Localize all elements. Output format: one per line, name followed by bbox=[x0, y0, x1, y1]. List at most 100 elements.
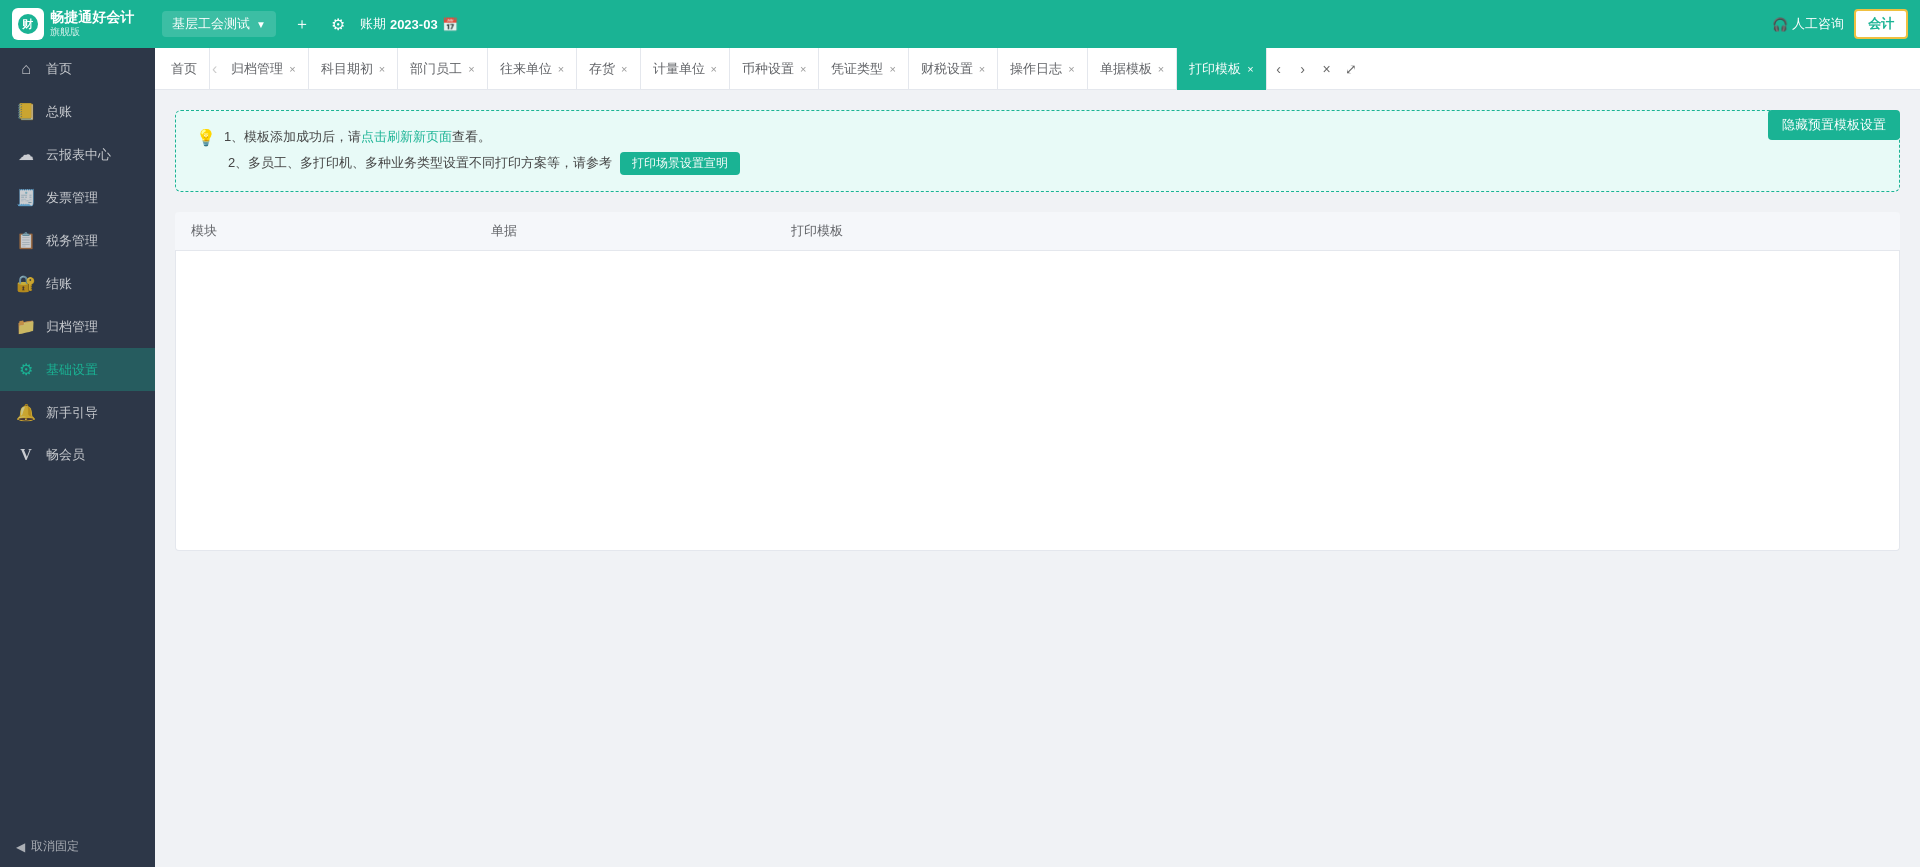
kuaiji-button[interactable]: 会计 bbox=[1854, 9, 1908, 39]
tab-label-vendor: 往来单位 bbox=[500, 60, 552, 78]
tab-archive[interactable]: 归档管理 × bbox=[219, 48, 308, 90]
tab-vendor[interactable]: 往来单位 × bbox=[488, 48, 577, 90]
tab-label-print-template: 打印模板 bbox=[1189, 60, 1241, 78]
tab-oplog[interactable]: 操作日志 × bbox=[998, 48, 1087, 90]
sidebar-label-home: 首页 bbox=[46, 60, 72, 78]
sidebar-label-member: 畅会员 bbox=[46, 446, 85, 464]
company-name: 基层工会测试 bbox=[172, 15, 250, 33]
tab-close-dept[interactable]: × bbox=[468, 63, 474, 75]
notice-box: 💡 1、模板添加成功后，请点击刷新新页面查看。 2、多员工、多打印机、多种业务类… bbox=[175, 110, 1900, 192]
tab-close-all-button[interactable]: × bbox=[1315, 48, 1339, 90]
tab-close-currency[interactable]: × bbox=[800, 63, 806, 75]
sidebar-label-guide: 新手引导 bbox=[46, 404, 98, 422]
archive-icon: 📁 bbox=[16, 317, 36, 336]
table-header: 模块 单据 打印模板 bbox=[175, 212, 1900, 251]
print-scene-button[interactable]: 打印场景设置宣明 bbox=[620, 152, 740, 175]
sidebar-item-archive[interactable]: 📁 归档管理 bbox=[0, 305, 155, 348]
tab-label-currency: 币种设置 bbox=[742, 60, 794, 78]
sidebar-label-archive: 归档管理 bbox=[46, 318, 98, 336]
tab-subject[interactable]: 科目期初 × bbox=[309, 48, 398, 90]
ai-consult-button[interactable]: 🎧 人工咨询 bbox=[1772, 15, 1844, 33]
tab-label-receipt-template: 单据模板 bbox=[1100, 60, 1152, 78]
tab-close-inventory[interactable]: × bbox=[621, 63, 627, 75]
table-col-single: 单据 bbox=[491, 222, 791, 240]
tab-close-subject[interactable]: × bbox=[379, 63, 385, 75]
invoice-icon: 🧾 bbox=[16, 188, 36, 207]
sidebar-item-member[interactable]: V 畅会员 bbox=[0, 434, 155, 476]
tab-expand-button[interactable]: ⤢ bbox=[1339, 48, 1363, 90]
sidebar-label-tax: 税务管理 bbox=[46, 232, 98, 250]
tab-inventory[interactable]: 存货 × bbox=[577, 48, 640, 90]
company-dropdown-icon: ▼ bbox=[256, 19, 266, 30]
top-bar: 财 畅捷通好会计 旗舰版 基层工会测试 ▼ ＋ ⚙ 账期 2023-03 📅 🎧… bbox=[0, 0, 1920, 48]
table-col-module: 模块 bbox=[191, 222, 491, 240]
sidebar-item-basic[interactable]: ⚙ 基础设置 bbox=[0, 348, 155, 391]
tab-currency[interactable]: 币种设置 × bbox=[730, 48, 819, 90]
tab-close-print-template[interactable]: × bbox=[1247, 63, 1253, 75]
tab-unit[interactable]: 计量单位 × bbox=[641, 48, 730, 90]
notice-line1-before: 1、模板添加成功后，请 bbox=[224, 129, 361, 144]
top-bar-actions: ＋ ⚙ bbox=[288, 10, 352, 38]
tab-label-tax-settings: 财税设置 bbox=[921, 60, 973, 78]
unpin-button[interactable]: ◀ 取消固定 bbox=[0, 826, 155, 867]
tab-dept[interactable]: 部门员工 × bbox=[398, 48, 487, 90]
sidebar-label-basic: 基础设置 bbox=[46, 361, 98, 379]
tab-voucher-type[interactable]: 凭证类型 × bbox=[819, 48, 908, 90]
table-body bbox=[175, 251, 1900, 551]
sidebar-item-report[interactable]: ☁ 云报表中心 bbox=[0, 133, 155, 176]
tab-label-archive: 归档管理 bbox=[231, 60, 283, 78]
tab-home[interactable]: 首页 bbox=[159, 48, 210, 90]
lightbulb-icon: 💡 bbox=[196, 128, 216, 147]
main-content: 首页 ‹ 归档管理 × 科目期初 × 部门员工 × 往来单位 × bbox=[155, 48, 1920, 867]
tab-close-unit[interactable]: × bbox=[711, 63, 717, 75]
calendar-icon[interactable]: 📅 bbox=[442, 17, 458, 32]
tab-label-oplog: 操作日志 bbox=[1010, 60, 1062, 78]
guide-icon: 🔔 bbox=[16, 403, 36, 422]
period-value: 2023-03 bbox=[390, 17, 438, 32]
ai-consult-label: 人工咨询 bbox=[1792, 15, 1844, 33]
sidebar-item-guide[interactable]: 🔔 新手引导 bbox=[0, 391, 155, 434]
sidebar-label-closing: 结账 bbox=[46, 275, 72, 293]
tab-close-tax-settings[interactable]: × bbox=[979, 63, 985, 75]
notice-line2-before: 2、多员工、多打印机、多种业务类型设置不同打印方案等，请参考 bbox=[228, 155, 612, 170]
hide-preview-settings-button[interactable]: 隐藏预置模板设置 bbox=[1768, 110, 1900, 140]
basic-icon: ⚙ bbox=[16, 360, 36, 379]
company-selector[interactable]: 基层工会测试 ▼ bbox=[162, 11, 276, 37]
sidebar-item-tax[interactable]: 📋 税务管理 bbox=[0, 219, 155, 262]
logo-area: 财 畅捷通好会计 旗舰版 bbox=[12, 8, 152, 40]
sidebar-item-invoice[interactable]: 🧾 发票管理 bbox=[0, 176, 155, 219]
sidebar-label-ledger: 总账 bbox=[46, 103, 72, 121]
settings-icon[interactable]: ⚙ bbox=[324, 10, 352, 38]
notice-text-2: 2、多员工、多打印机、多种业务类型设置不同打印方案等，请参考 打印场景设置宣明 bbox=[228, 152, 740, 175]
tab-next-button[interactable]: › bbox=[1291, 48, 1315, 90]
sidebar-item-home[interactable]: ⌂ 首页 bbox=[0, 48, 155, 90]
closing-icon: 🔐 bbox=[16, 274, 36, 293]
content-area: ⌂ 首页 📒 总账 ☁ 云报表中心 🧾 发票管理 📋 税务管理 🔐 结账 bbox=[0, 48, 1920, 867]
top-bar-right: 🎧 人工咨询 会计 bbox=[1772, 9, 1908, 39]
period-label: 账期 bbox=[360, 15, 386, 33]
tab-close-receipt-template[interactable]: × bbox=[1158, 63, 1164, 75]
add-tab-button[interactable]: ＋ bbox=[288, 10, 316, 38]
tab-tax-settings[interactable]: 财税设置 × bbox=[909, 48, 998, 90]
notice-line1-after: 查看。 bbox=[452, 129, 491, 144]
ledger-icon: 📒 bbox=[16, 102, 36, 121]
tab-close-archive[interactable]: × bbox=[289, 63, 295, 75]
tab-print-template[interactable]: 打印模板 × bbox=[1177, 48, 1266, 90]
report-icon: ☁ bbox=[16, 145, 36, 164]
sidebar-item-ledger[interactable]: 📒 总账 bbox=[0, 90, 155, 133]
sidebar-item-closing[interactable]: 🔐 结账 bbox=[0, 262, 155, 305]
tab-close-voucher-type[interactable]: × bbox=[889, 63, 895, 75]
member-icon: V bbox=[16, 446, 36, 464]
notice-refresh-link[interactable]: 点击刷新新页面 bbox=[361, 129, 452, 144]
tab-label-home: 首页 bbox=[171, 60, 197, 78]
tab-close-oplog[interactable]: × bbox=[1068, 63, 1074, 75]
sidebar-label-report: 云报表中心 bbox=[46, 146, 111, 164]
tab-label-subject: 科目期初 bbox=[321, 60, 373, 78]
tab-close-vendor[interactable]: × bbox=[558, 63, 564, 75]
tab-prev-button[interactable]: ‹ bbox=[1267, 48, 1291, 90]
page-inner: 隐藏预置模板设置 💡 1、模板添加成功后，请点击刷新新页面查看。 bbox=[175, 110, 1900, 551]
tab-label-voucher-type: 凭证类型 bbox=[831, 60, 883, 78]
tab-label-inventory: 存货 bbox=[589, 60, 615, 78]
home-icon: ⌂ bbox=[16, 60, 36, 78]
tab-receipt-template[interactable]: 单据模板 × bbox=[1088, 48, 1177, 90]
